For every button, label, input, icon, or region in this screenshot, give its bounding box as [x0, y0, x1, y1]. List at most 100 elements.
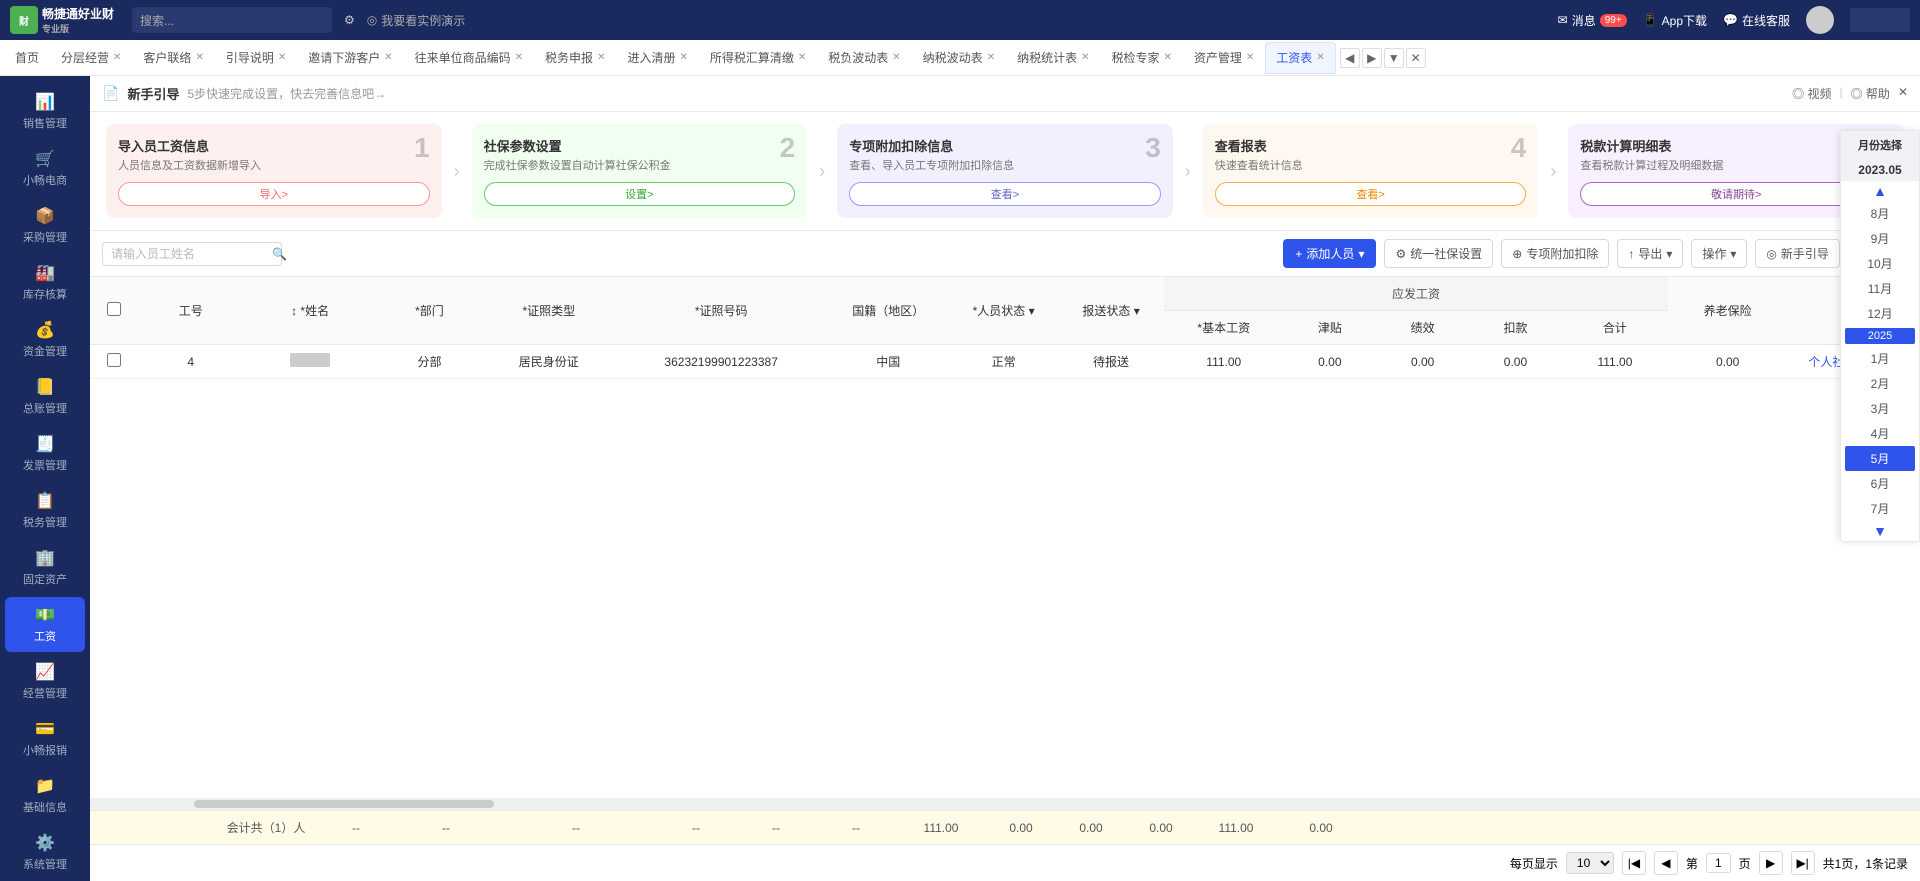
- pagination: 每页显示 10 20 50 |◀ ◀ 第 1 页 ▶ ▶| 共1页，1条记录: [90, 844, 1920, 881]
- scroll-thumb[interactable]: [194, 800, 494, 808]
- tab-next-btn[interactable]: ▶: [1362, 48, 1382, 68]
- add-person-btn[interactable]: + 添加人员 ▾: [1283, 239, 1376, 268]
- app-download-btn[interactable]: 📱 App下载: [1643, 12, 1707, 29]
- tab-guide[interactable]: 引导说明✕: [215, 42, 297, 74]
- message-btn[interactable]: ✉ 消息 99+: [1558, 12, 1627, 29]
- month-5[interactable]: 5月: [1845, 446, 1915, 471]
- sidebar-item-system[interactable]: ⚙️ 系统管理: [5, 825, 85, 880]
- guide-close-btn[interactable]: ✕: [1898, 85, 1908, 102]
- sidebar: 📊 销售管理 🛒 小畅电商 📦 采购管理 🏭 库存核算 💰 资金管理 📒 总账管…: [0, 76, 90, 881]
- th-report[interactable]: 报送状态 ▾: [1058, 277, 1164, 345]
- sidebar-item-ecommerce[interactable]: 🛒 小畅电商: [5, 141, 85, 196]
- sidebar-item-sales[interactable]: 📊 销售管理: [5, 84, 85, 139]
- step-3-title: 专项附加扣除信息: [849, 136, 1161, 155]
- select-all-checkbox[interactable]: [107, 302, 121, 316]
- table-row: 4 分部 居民身份证 36232199901223387 中国 正常 待报送 1…: [90, 345, 1920, 379]
- user-menu[interactable]: [1850, 8, 1910, 32]
- sidebar-item-expense[interactable]: 💳 小畅报销: [5, 711, 85, 766]
- search-placeholder[interactable]: 搜索...: [140, 12, 174, 29]
- sidebar-item-salary[interactable]: 💵 工资: [5, 597, 85, 652]
- tab-clearance[interactable]: 进入清册✕: [616, 42, 698, 74]
- step-arrow-4: ›: [1538, 124, 1568, 218]
- page-size-select[interactable]: 10 20 50: [1566, 852, 1614, 874]
- month-scroll-down-btn[interactable]: ▼: [1841, 521, 1919, 541]
- tab-prev-btn[interactable]: ◀: [1340, 48, 1360, 68]
- sidebar-item-operations[interactable]: 📈 经营管理: [5, 654, 85, 709]
- tab-invite[interactable]: 邀请下游客户✕: [297, 42, 403, 74]
- page-total-label: 页: [1739, 855, 1751, 872]
- tab-close-all-btn[interactable]: ✕: [1406, 48, 1426, 68]
- month-11[interactable]: 11月: [1841, 276, 1919, 301]
- prev-page-btn[interactable]: ◀: [1654, 851, 1678, 875]
- demo-link[interactable]: ◎ 我要看实例演示: [367, 12, 466, 29]
- user-avatar[interactable]: [1806, 6, 1834, 34]
- first-page-btn[interactable]: |◀: [1622, 851, 1646, 875]
- horizontal-scrollbar[interactable]: [90, 798, 1920, 810]
- cell-pension: 0.00: [1668, 345, 1787, 379]
- month-9[interactable]: 9月: [1841, 226, 1919, 251]
- ops-btn[interactable]: 操作 ▾: [1691, 239, 1747, 268]
- sidebar-item-tax[interactable]: 📋 税务管理: [5, 483, 85, 538]
- sidebar-item-purchase[interactable]: 📦 采购管理: [5, 198, 85, 253]
- sidebar-item-assets[interactable]: 🏢 固定资产: [5, 540, 85, 595]
- tab-tax-inspect[interactable]: 税检专家✕: [1100, 42, 1182, 74]
- tab-product-code[interactable]: 往来单位商品编码✕: [404, 42, 534, 74]
- tab-tax-burden[interactable]: 税负波动表✕: [817, 42, 911, 74]
- month-7[interactable]: 7月: [1841, 496, 1919, 521]
- month-scroll-up-btn[interactable]: ▲: [1841, 181, 1919, 201]
- tab-layered-ops[interactable]: 分层经营✕: [50, 42, 132, 74]
- th-name[interactable]: ↕ *姓名: [244, 277, 377, 345]
- special-deduct-btn[interactable]: ⊕ 专项附加扣除: [1501, 239, 1609, 268]
- cell-name: [244, 345, 377, 379]
- month-panel-header: 月份选择: [1841, 131, 1919, 159]
- newbie-guide-btn[interactable]: ◎ 新手引导: [1755, 239, 1840, 268]
- online-service-btn[interactable]: 💬 在线客服: [1723, 12, 1790, 29]
- tab-menu-btn[interactable]: ▼: [1384, 48, 1404, 68]
- tab-assets[interactable]: 资产管理✕: [1183, 42, 1265, 74]
- th-status[interactable]: *人员状态 ▾: [949, 277, 1058, 345]
- cell-checkbox[interactable]: [90, 345, 138, 379]
- unified-social-btn[interactable]: ⚙ 统一社保设置: [1384, 239, 1493, 268]
- sidebar-item-basic[interactable]: 📁 基础信息: [5, 768, 85, 823]
- step-1-btn[interactable]: 导入>: [118, 182, 430, 206]
- help-link[interactable]: ◎ 帮助: [1851, 85, 1890, 102]
- total-records: 共1页，1条记录: [1823, 855, 1908, 872]
- row-checkbox[interactable]: [107, 353, 121, 367]
- cell-deduction: 0.00: [1469, 345, 1562, 379]
- gear-settings[interactable]: ⚙: [344, 13, 355, 27]
- step-3-btn[interactable]: 查看>: [849, 182, 1161, 206]
- search-input[interactable]: [111, 247, 266, 261]
- current-page: 1: [1706, 853, 1731, 873]
- month-3[interactable]: 3月: [1841, 396, 1919, 421]
- purchase-icon: 📦: [35, 206, 55, 226]
- sidebar-item-invoice[interactable]: 🧾 发票管理: [5, 426, 85, 481]
- tab-salary[interactable]: 工资表✕: [1265, 42, 1335, 74]
- month-1[interactable]: 1月: [1841, 346, 1919, 371]
- month-2[interactable]: 2月: [1841, 371, 1919, 396]
- sidebar-item-finance[interactable]: 💰 资金管理: [5, 312, 85, 367]
- month-8[interactable]: 8月: [1841, 201, 1919, 226]
- search-box[interactable]: 🔍: [102, 242, 282, 266]
- tab-tax-dynamic[interactable]: 纳税波动表✕: [912, 42, 1006, 74]
- step-4-btn[interactable]: 查看>: [1215, 182, 1527, 206]
- month-10[interactable]: 10月: [1841, 251, 1919, 276]
- step-2-btn[interactable]: 设置>: [484, 182, 796, 206]
- last-page-btn[interactable]: ▶|: [1791, 851, 1815, 875]
- footer-allowance: 0.00: [986, 821, 1056, 835]
- video-link[interactable]: ◎ 视频: [1792, 85, 1831, 102]
- sidebar-item-ledger[interactable]: 📒 总账管理: [5, 369, 85, 424]
- next-page-btn[interactable]: ▶: [1759, 851, 1783, 875]
- search-icon[interactable]: 🔍: [272, 247, 287, 261]
- tab-customer[interactable]: 客户联络✕: [132, 42, 214, 74]
- month-6[interactable]: 6月: [1841, 471, 1919, 496]
- tab-tax-stats[interactable]: 纳税统计表✕: [1006, 42, 1100, 74]
- steps-area: 1 导入员工资信息 人员信息及工资数据新增导入 导入> › 2 社保参数设置 完…: [90, 112, 1920, 231]
- tab-income-tax[interactable]: 所得税汇算清缴✕: [699, 42, 817, 74]
- tab-home[interactable]: 首页: [4, 42, 50, 74]
- export-btn[interactable]: ↑ 导出 ▾: [1617, 239, 1683, 268]
- tab-tax-report[interactable]: 税务申报✕: [534, 42, 616, 74]
- month-4[interactable]: 4月: [1841, 421, 1919, 446]
- th-allowance: 津贴: [1283, 311, 1376, 345]
- sidebar-item-inventory[interactable]: 🏭 库存核算: [5, 255, 85, 310]
- month-12[interactable]: 12月: [1841, 301, 1919, 326]
